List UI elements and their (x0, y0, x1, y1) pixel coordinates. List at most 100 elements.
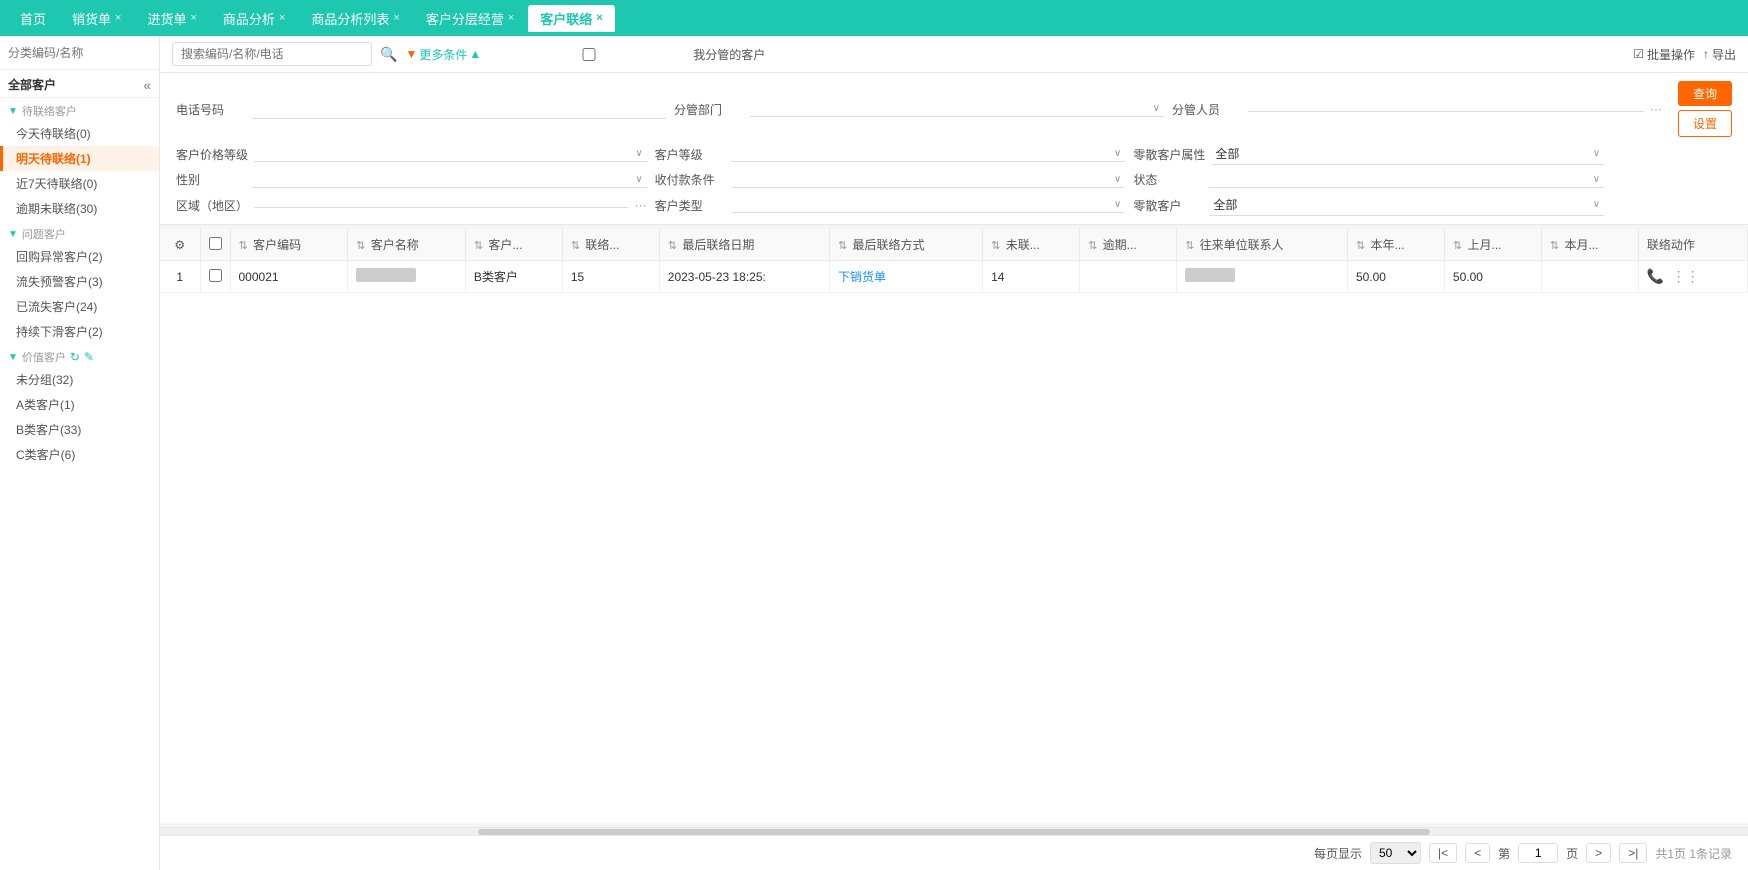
nav-purchase-order-close[interactable]: × (190, 12, 196, 24)
th-sort-icon-type: ⇅ (474, 240, 483, 252)
page-number-input[interactable] (1518, 843, 1558, 863)
sidebar-collapse-icon[interactable]: « (143, 77, 151, 93)
select-all-checkbox[interactable] (209, 237, 222, 250)
last-contact-method-link[interactable]: 下销货单 (838, 270, 886, 284)
td-this-month (1541, 261, 1638, 293)
filter-phone-label: 电话号码 (176, 101, 246, 118)
filter-funnel-icon: ▼ (405, 47, 417, 61)
page-last-btn[interactable]: >| (1619, 843, 1647, 863)
td-seq: 1 (160, 261, 200, 293)
group-pending-label: 待联络客户 (22, 103, 77, 119)
horizontal-scrollbar[interactable] (160, 827, 1748, 835)
td-customer-code: 000021 (230, 261, 348, 293)
page-next-btn[interactable]: > (1586, 843, 1611, 863)
filter-retail-customer-select[interactable]: 全部 ∨ (1209, 194, 1604, 216)
search-btn-icon[interactable]: 🔍 (380, 46, 397, 63)
sidebar-item-7days[interactable]: 近7天待联络(0) (0, 171, 159, 196)
more-filter-label: 更多条件 (419, 46, 467, 63)
nav-home[interactable]: 首页 (8, 5, 58, 32)
page-prev-btn[interactable]: < (1465, 843, 1490, 863)
filter-customer-type-chevron: ∨ (1114, 199, 1121, 210)
sidebar-item-class-b[interactable]: B类客户(33) (0, 417, 159, 442)
filter-payment-chevron: ∨ (1114, 174, 1121, 185)
content-area: 🔍 ▼ 更多条件 ▲ 我分管的客户 ☑ 批量操作 ↑ 导出 (160, 36, 1748, 870)
filter-customer-type-select[interactable]: ∨ (731, 197, 1126, 213)
nav-product-analysis-list[interactable]: 商品分析列表 × (299, 5, 411, 32)
group-value-edit-icon[interactable]: ✎ (84, 350, 94, 364)
filter-phone-input[interactable] (252, 100, 666, 119)
th-sort-icon-uncontacted: ⇅ (991, 240, 1000, 252)
filter-dept-select[interactable]: ∨ (750, 101, 1164, 117)
search-bar: 🔍 ▼ 更多条件 ▲ 我分管的客户 ☑ 批量操作 ↑ 导出 (160, 36, 1748, 73)
th-sort-icon-name: ⇅ (356, 240, 365, 252)
th-checkbox[interactable] (200, 229, 230, 261)
more-filter-btn[interactable]: ▼ 更多条件 ▲ (405, 46, 481, 63)
sidebar-item-ungrouped[interactable]: 未分组(32) (0, 367, 159, 392)
filter-price-level-select[interactable]: ∨ (254, 146, 647, 162)
sidebar-item-today[interactable]: 今天待联络(0) (0, 121, 159, 146)
filter-customer-level-label: 客户等级 (655, 146, 725, 163)
nav-customer-contact-close[interactable]: × (596, 12, 602, 24)
filter-person-input[interactable] (1248, 107, 1644, 112)
filter-nature-select[interactable]: ∨ (252, 172, 647, 188)
th-settings[interactable]: ⚙ (160, 229, 200, 261)
sidebar-item-repurchase-abnormal[interactable]: 回购异常客户(2) (0, 244, 159, 269)
nav-purchase-order[interactable]: 进货单 × (135, 5, 208, 32)
all-customers-header[interactable]: 全部客户 « (0, 70, 159, 98)
filter-status-select[interactable]: ∨ (1209, 172, 1604, 188)
filter-person-more-dots[interactable]: ··· (1650, 102, 1662, 116)
row-checkbox[interactable] (209, 269, 222, 282)
search-input[interactable] (172, 42, 372, 66)
th-overdue: ⇅ 逾期... (1080, 229, 1177, 261)
per-page-select[interactable]: 50 100 200 (1370, 842, 1421, 864)
nav-product-analysis-list-close[interactable]: × (393, 12, 399, 24)
td-last-contact-method: 下销货单 (829, 261, 982, 293)
sidebar-item-churned[interactable]: 已流失客户(24) (0, 294, 159, 319)
th-contact-action: 联络动作 (1638, 229, 1747, 261)
nav-product-analysis[interactable]: 商品分析 × (211, 5, 297, 32)
td-this-year: 50.00 (1347, 261, 1444, 293)
action-menu-icon[interactable]: ⋮⋮ (1672, 268, 1700, 284)
bulk-op-label: 批量操作 (1647, 46, 1695, 63)
checkbox-icon: ☑ (1633, 47, 1644, 61)
filter-panel: 电话号码 分管部门 ∨ 分管人员 ··· 查询 设置 (160, 73, 1748, 225)
sidebar-search-input[interactable] (8, 46, 160, 60)
sidebar-item-overdue[interactable]: 逾期未联络(30) (0, 196, 159, 221)
nav-sales-order[interactable]: 销货单 × (60, 5, 133, 32)
nav-product-analysis-close[interactable]: × (279, 12, 285, 24)
group-value-refresh-icon[interactable]: ↻ (70, 350, 80, 364)
sidebar-item-declining[interactable]: 持续下滑客户(2) (0, 319, 159, 344)
my-customers-checkbox[interactable] (489, 48, 689, 61)
bulk-op-btn[interactable]: ☑ 批量操作 (1633, 46, 1695, 63)
main-layout: 🔍 全部客户 « ▼ 待联络客户 今天待联络(0) 明天待联络(1) 近7天待联… (0, 36, 1748, 870)
nav-sales-order-close[interactable]: × (115, 12, 121, 24)
sidebar-search-container: 🔍 (0, 36, 159, 70)
action-phone-icon[interactable]: 📞 (1647, 268, 1664, 284)
filter-region-more-dots[interactable]: ··· (635, 198, 647, 212)
nav-customer-contact[interactable]: 客户联络 × (528, 5, 614, 32)
filter-person-cell: 分管人员 ··· (1172, 101, 1662, 118)
th-sort-icon-year: ⇅ (1356, 240, 1365, 252)
my-customers-checkbox-label[interactable]: 我分管的客户 (489, 46, 765, 63)
query-btn[interactable]: 查询 (1678, 81, 1732, 106)
filter-retail-attr-value: 全部 (1215, 145, 1239, 162)
nav-customer-segment[interactable]: 客户分层经营 × (414, 5, 526, 32)
sidebar-item-class-a[interactable]: A类客户(1) (0, 392, 159, 417)
filter-retail-attr-select[interactable]: 全部 ∨ (1211, 143, 1604, 165)
page-first-btn[interactable]: |< (1429, 843, 1457, 863)
filter-region-input[interactable] (254, 203, 629, 208)
export-btn[interactable]: ↑ 导出 (1703, 46, 1736, 63)
nav-customer-segment-close[interactable]: × (508, 12, 514, 24)
td-contact-count: 15 (562, 261, 659, 293)
filter-customer-level-select[interactable]: ∨ (731, 146, 1126, 162)
td-checkbox[interactable] (200, 261, 230, 293)
filter-payment-select[interactable]: ∨ (731, 172, 1126, 188)
total-records: 共1页 1条记录 (1655, 845, 1732, 862)
sidebar-item-churn-warning[interactable]: 流失预警客户(3) (0, 269, 159, 294)
group-value-customers: ▼ 价值客户 ↻ ✎ (0, 344, 159, 367)
sidebar-item-class-c[interactable]: C类客户(6) (0, 442, 159, 467)
filter-retail-attr-cell: 零散客户属性 全部 ∨ (1133, 143, 1604, 165)
sidebar-item-tomorrow[interactable]: 明天待联络(1) (0, 146, 159, 171)
set-btn[interactable]: 设置 (1678, 110, 1732, 137)
filter-retail-customer-cell: 零散客户 全部 ∨ (1133, 194, 1604, 216)
